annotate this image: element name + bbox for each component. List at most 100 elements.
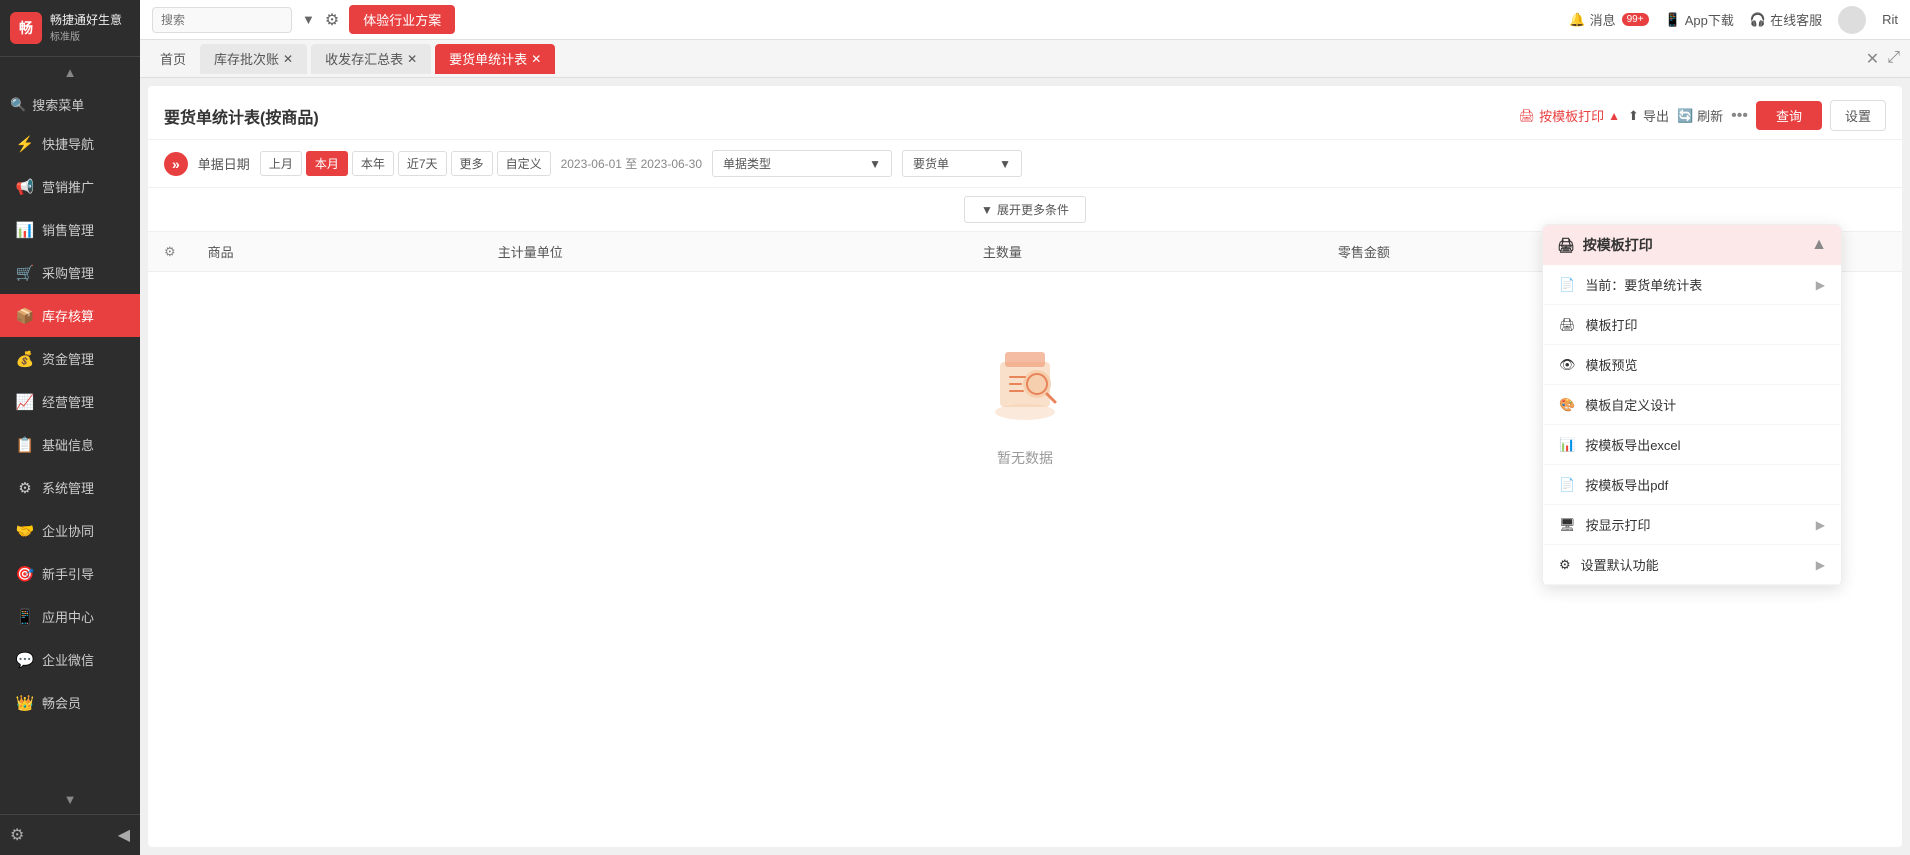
sidebar-item-marketing[interactable]: 📢 营销推广 (0, 165, 140, 208)
display-print-label: 按显示打印 (1586, 515, 1651, 534)
current-month-btn[interactable]: 本月 (306, 151, 348, 176)
order-status-select[interactable]: 要货单 ▼ (902, 150, 1022, 177)
order-status-label: 要货单 (913, 155, 949, 172)
sidebar-item-label: 应用中心 (42, 607, 94, 626)
settings-icon[interactable]: ⚙ (10, 825, 24, 845)
dropdown-template-print[interactable]: 🖨 模板打印 (1543, 305, 1841, 345)
topbar-dropdown-icon[interactable]: ▼ (302, 12, 315, 27)
sidebar-item-wechat[interactable]: 💬 企业微信 (0, 638, 140, 681)
export-pdf-label: 按模板导出pdf (1585, 475, 1668, 494)
current-template-label: 当前：要货单统计表 (1585, 275, 1702, 294)
print-template-button[interactable]: 🖨 按模板打印 ▲ (1519, 106, 1620, 125)
topbar-search-input[interactable] (152, 7, 292, 33)
filter-expand-button[interactable]: » (164, 152, 188, 176)
tab-close-icon[interactable]: ✕ (283, 52, 293, 66)
sidebar-item-guide[interactable]: 🎯 新手引导 (0, 552, 140, 595)
user-name[interactable]: Rit (1882, 12, 1898, 27)
settings-button[interactable]: 设置 (1830, 100, 1886, 131)
refresh-button[interactable]: 🔄 刷新 (1677, 106, 1723, 125)
page-header: 要货单统计表(按商品) 🖨 按模板打印 ▲ ⬆ 导出 🔄 刷新 ••• 查询 设… (148, 86, 1902, 140)
tab-label: 库存批次账 (214, 49, 279, 68)
tab-close-icon[interactable]: ✕ (407, 52, 417, 66)
print-dropdown-title-text: 按模板打印 (1583, 235, 1653, 255)
tab-order-stats[interactable]: 要货单统计表 ✕ (435, 44, 555, 74)
prev-month-btn[interactable]: 上月 (260, 151, 302, 176)
close-window-icon[interactable]: ✕ (1866, 49, 1879, 69)
dropdown-display-print[interactable]: 🖥 按显示打印 ▶ (1543, 505, 1841, 545)
column-settings-icon[interactable]: ⚙ (164, 244, 176, 259)
collapse-icon[interactable]: ◀ (118, 825, 130, 845)
printer-icon: 🖨 (1519, 108, 1536, 124)
export-label: 导出 (1643, 106, 1669, 125)
dropdown-default-function[interactable]: ⚙ 设置默认功能 ▶ (1543, 545, 1841, 585)
sidebar: 畅 畅捷通好生意 标准版 ▲ 🔍 搜索菜单 ⚡ 快捷导航 📢 营销推广 📊 销售… (0, 0, 140, 855)
app-download-item[interactable]: 📱 App下载 (1665, 10, 1734, 29)
chevron-down-icon: ▼ (999, 157, 1011, 171)
sidebar-item-purchase[interactable]: 🛒 采购管理 (0, 251, 140, 294)
maximize-icon[interactable]: ⤢ (1887, 49, 1900, 69)
export-button[interactable]: ⬆ 导出 (1628, 106, 1669, 125)
tab-label: 要货单统计表 (449, 49, 527, 68)
marketing-icon: 📢 (16, 178, 34, 196)
dropdown-template-design[interactable]: 🎨 模板自定义设计 (1543, 385, 1841, 425)
trial-industry-button[interactable]: 体验行业方案 (349, 5, 455, 34)
query-button[interactable]: 查询 (1756, 101, 1822, 130)
user-avatar[interactable] (1838, 6, 1866, 34)
sidebar-scroll-up[interactable]: ▲ (0, 57, 140, 87)
tab-receipt-summary[interactable]: 收发存汇总表 ✕ (311, 44, 431, 74)
sidebar-item-label: 企业协同 (42, 521, 94, 540)
export-icon: ⬆ (1628, 108, 1639, 124)
notifications-item[interactable]: 🔔 消息 99+ (1569, 10, 1648, 29)
sidebar-item-label: 系统管理 (42, 478, 94, 497)
order-type-select[interactable]: 单据类型 ▼ (712, 150, 892, 177)
sidebar-item-system[interactable]: ⚙ 系统管理 (0, 466, 140, 509)
tab-home[interactable]: 首页 (150, 49, 196, 68)
sidebar-item-sales[interactable]: 📊 销售管理 (0, 208, 140, 251)
sidebar-item-member[interactable]: 👑 畅会员 (0, 681, 140, 724)
sidebar-item-finance[interactable]: 💰 资金管理 (0, 337, 140, 380)
default-icon: ⚙ (1559, 557, 1571, 573)
date-range-display: 2023-06-01 至 2023-06-30 (561, 155, 702, 172)
default-function-left: ⚙ 设置默认功能 (1559, 555, 1659, 574)
print-dropdown: 🖨 按模板打印 ▲ 📄 当前：要货单统计表 ▶ 🖨 模板打印 👁 模板预览 (1542, 224, 1842, 586)
logo-icon: 畅 (10, 12, 42, 44)
tab-close-icon[interactable]: ✕ (531, 52, 541, 66)
sidebar-item-label: 基础信息 (42, 435, 94, 454)
default-function-label: 设置默认功能 (1581, 555, 1659, 574)
expand-conditions-button[interactable]: ▼ 展开更多条件 (964, 196, 1086, 223)
more-actions-icon[interactable]: ••• (1731, 107, 1748, 125)
excel-icon: 📊 (1559, 437, 1575, 453)
topbar-settings-icon[interactable]: ⚙ (325, 10, 339, 30)
settings-col-header[interactable]: ⚙ (148, 232, 192, 272)
this-year-btn[interactable]: 本年 (352, 151, 394, 176)
sidebar-item-operation[interactable]: 📈 经营管理 (0, 380, 140, 423)
sidebar-item-apps[interactable]: 📱 应用中心 (0, 595, 140, 638)
tab-window-controls: ✕ ⤢ (1866, 49, 1900, 69)
sidebar-item-inventory[interactable]: 📦 库存核算 (0, 294, 140, 337)
dropdown-template-preview[interactable]: 👁 模板预览 (1543, 345, 1841, 385)
basic-icon: 📋 (16, 436, 34, 454)
dropdown-export-pdf[interactable]: 📄 按模板导出pdf (1543, 465, 1841, 505)
dropdown-export-excel[interactable]: 📊 按模板导出excel (1543, 425, 1841, 465)
app-logo: 畅 畅捷通好生意 标准版 (0, 0, 140, 57)
sidebar-scroll-down[interactable]: ▼ (0, 784, 140, 814)
expand-icon: ▼ (981, 203, 993, 217)
online-service-item[interactable]: 🎧 在线客服 (1750, 10, 1822, 29)
sidebar-item-quick-nav[interactable]: ⚡ 快捷导航 (0, 122, 140, 165)
online-service-label: 在线客服 (1770, 10, 1822, 29)
dropdown-current-template[interactable]: 📄 当前：要货单统计表 ▶ (1543, 265, 1841, 305)
sidebar-item-basic[interactable]: 📋 基础信息 (0, 423, 140, 466)
custom-date-btn[interactable]: 自定义 (497, 151, 551, 176)
print-dropdown-header: 🖨 按模板打印 ▲ (1543, 225, 1841, 265)
print-icon: 🖨 (1559, 317, 1576, 333)
tab-inventory-batch[interactable]: 库存批次账 ✕ (200, 44, 307, 74)
preview-icon: 👁 (1559, 357, 1576, 373)
last-7-days-btn[interactable]: 近7天 (398, 151, 447, 176)
print-dropdown-close-button[interactable]: ▲ (1811, 236, 1827, 254)
search-menu-item[interactable]: 🔍 搜索菜单 (0, 87, 140, 122)
quick-nav-icon: ⚡ (16, 135, 34, 153)
chevron-right-icon: ▶ (1816, 278, 1825, 292)
order-type-label: 单据类型 (723, 155, 771, 172)
more-date-btn[interactable]: 更多 (451, 151, 493, 176)
sidebar-item-enterprise[interactable]: 🤝 企业协同 (0, 509, 140, 552)
